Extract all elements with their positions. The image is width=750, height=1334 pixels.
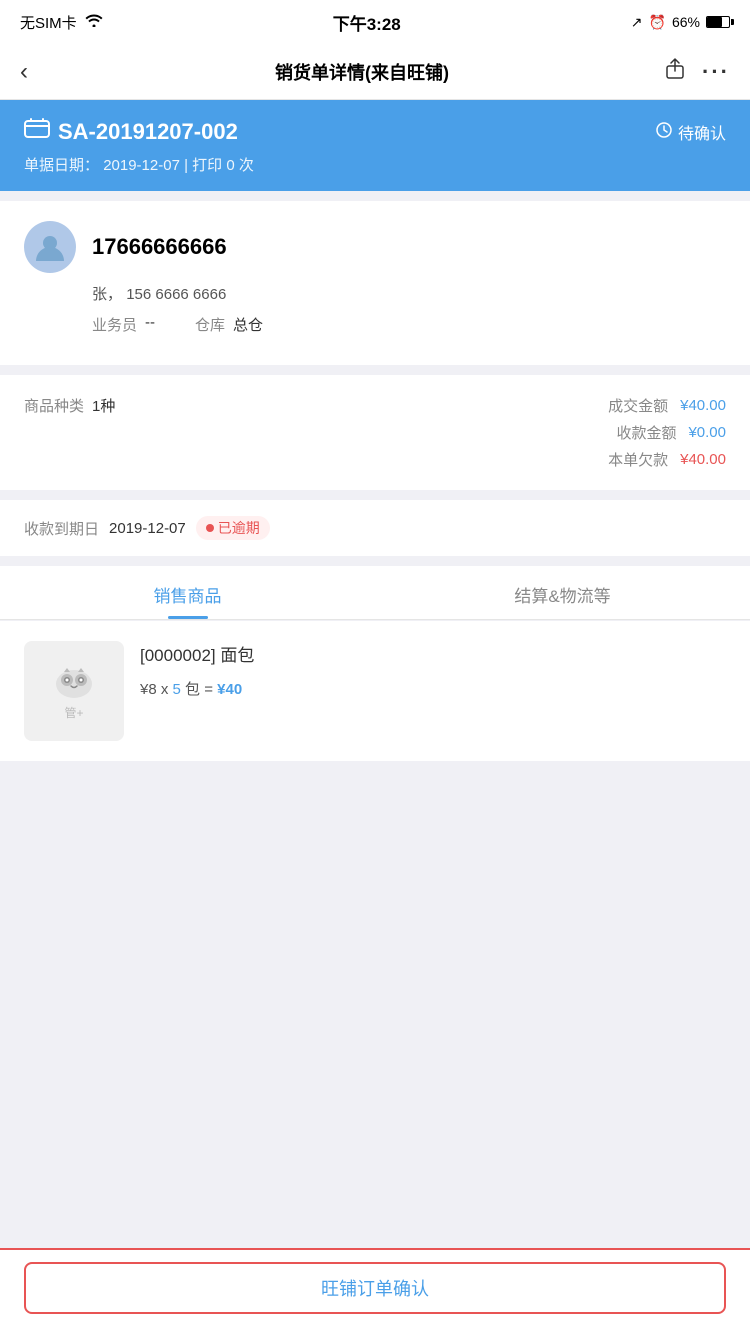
product-section: 管+ [0000002] 面包 ¥8 x 5 包 = ¥40 xyxy=(0,621,750,761)
battery-icon xyxy=(706,16,730,28)
tab-settlement[interactable]: 结算&物流等 xyxy=(375,566,750,619)
page-title: 销货单详情(来自旺铺) xyxy=(60,59,664,85)
tabs-row: 销售商品 结算&物流等 xyxy=(0,566,750,620)
transaction-row: 成交金额 ¥40.00 xyxy=(608,395,726,416)
customer-name: 张， 156 6666 6666 xyxy=(92,283,726,304)
order-status: 待确认 xyxy=(656,120,726,144)
print-text: 打印 0 次 xyxy=(192,157,254,174)
order-date: 2019-12-07 xyxy=(103,157,180,174)
due-section: 收款到期日 2019-12-07 已逾期 xyxy=(0,500,750,556)
received-value: ¥0.00 xyxy=(688,424,726,441)
owed-row: 本单欠款 ¥40.00 xyxy=(608,449,726,470)
customer-phone: 17666666666 xyxy=(92,234,227,260)
order-date-line: 单据日期： 2019-12-07 | 打印 0 次 xyxy=(24,154,726,175)
due-label: 收款到期日 xyxy=(24,518,99,539)
product-type-row: 商品种类 1种 xyxy=(24,395,608,416)
product-type-value: 1种 xyxy=(92,395,115,416)
product-info: [0000002] 面包 ¥8 x 5 包 = ¥40 xyxy=(140,641,726,741)
bottom-action-area: 旺铺订单确认 xyxy=(0,1248,750,1334)
owed-value: ¥40.00 xyxy=(680,451,726,468)
nav-bar: ‹ 销货单详情(来自旺铺) ··· xyxy=(0,44,750,100)
product-thumb-inner: 管+ xyxy=(49,662,99,721)
more-icon[interactable]: ··· xyxy=(702,59,730,85)
product-item: 管+ [0000002] 面包 ¥8 x 5 包 = ¥40 xyxy=(24,641,726,741)
order-type-icon xyxy=(24,118,50,146)
bottom-spacer xyxy=(0,761,750,861)
product-quantity: 5 xyxy=(173,681,181,698)
status-time: 下午3:28 xyxy=(333,10,401,35)
confirm-order-button[interactable]: 旺铺订单确认 xyxy=(24,1262,726,1314)
status-right: ↗ ⏰ 66% xyxy=(631,14,730,31)
clock-icon xyxy=(656,122,672,143)
status-bar: 无SIM卡 下午3:28 ↗ ⏰ 66% xyxy=(0,0,750,44)
product-brand: 管+ xyxy=(64,704,83,721)
multiply-sign: x xyxy=(161,681,169,698)
location-icon: ↗ xyxy=(631,14,643,31)
status-left: 无SIM卡 xyxy=(20,12,103,33)
nav-actions: ··· xyxy=(664,58,730,86)
avatar xyxy=(24,221,76,273)
product-name: [0000002] 面包 xyxy=(140,641,726,666)
product-type-label: 商品种类 xyxy=(24,395,84,416)
alarm-icon: ⏰ xyxy=(649,14,666,31)
product-thumbnail: 管+ xyxy=(24,641,124,741)
share-icon[interactable] xyxy=(664,58,686,86)
sales-label: 业务员 xyxy=(92,314,137,335)
product-price-row: ¥8 x 5 包 = ¥40 xyxy=(140,678,726,699)
warehouse-value: 总仓 xyxy=(233,314,263,335)
owed-label: 本单欠款 xyxy=(608,449,668,470)
transaction-label: 成交金额 xyxy=(608,395,668,416)
equals-sign: = xyxy=(204,681,213,698)
tabs-section: 销售商品 结算&物流等 xyxy=(0,566,750,620)
amounts-column: 成交金额 ¥40.00 收款金额 ¥0.00 本单欠款 ¥40.00 xyxy=(608,395,726,470)
battery-label: 66% xyxy=(672,14,700,30)
date-separator: | xyxy=(184,157,192,174)
overdue-dot-icon xyxy=(206,524,214,532)
received-label: 收款金额 xyxy=(616,422,676,443)
summary-section: 商品种类 1种 成交金额 ¥40.00 收款金额 ¥0.00 本单欠款 ¥40.… xyxy=(0,375,750,490)
product-unit: 包 xyxy=(185,681,200,698)
sales-value: -- xyxy=(145,314,155,335)
transaction-value: ¥40.00 xyxy=(680,397,726,414)
received-row: 收款金额 ¥0.00 xyxy=(616,422,726,443)
wifi-icon xyxy=(85,13,103,31)
tab-sales-products[interactable]: 销售商品 xyxy=(0,566,375,619)
overdue-badge: 已逾期 xyxy=(196,516,270,540)
due-date: 2019-12-07 xyxy=(109,520,186,537)
order-id-text: SA-20191207-002 xyxy=(58,119,238,145)
date-label: 单据日期： xyxy=(24,157,99,174)
back-button[interactable]: ‹ xyxy=(20,58,60,86)
warehouse-label: 仓库 xyxy=(195,314,225,335)
overdue-text: 已逾期 xyxy=(218,518,260,538)
customer-meta: 业务员 -- 仓库 总仓 xyxy=(92,314,726,335)
carrier-label: 无SIM卡 xyxy=(20,12,77,33)
order-id-row: SA-20191207-002 xyxy=(24,118,238,146)
status-text: 待确认 xyxy=(678,120,726,144)
product-total: ¥40 xyxy=(217,681,242,698)
customer-info: 张， 156 6666 6666 业务员 -- 仓库 总仓 xyxy=(92,283,726,335)
order-header: SA-20191207-002 待确认 单据日期： 2019-12-07 | 打… xyxy=(0,100,750,191)
customer-section: 17666666666 张， 156 6666 6666 业务员 -- 仓库 总… xyxy=(0,201,750,365)
